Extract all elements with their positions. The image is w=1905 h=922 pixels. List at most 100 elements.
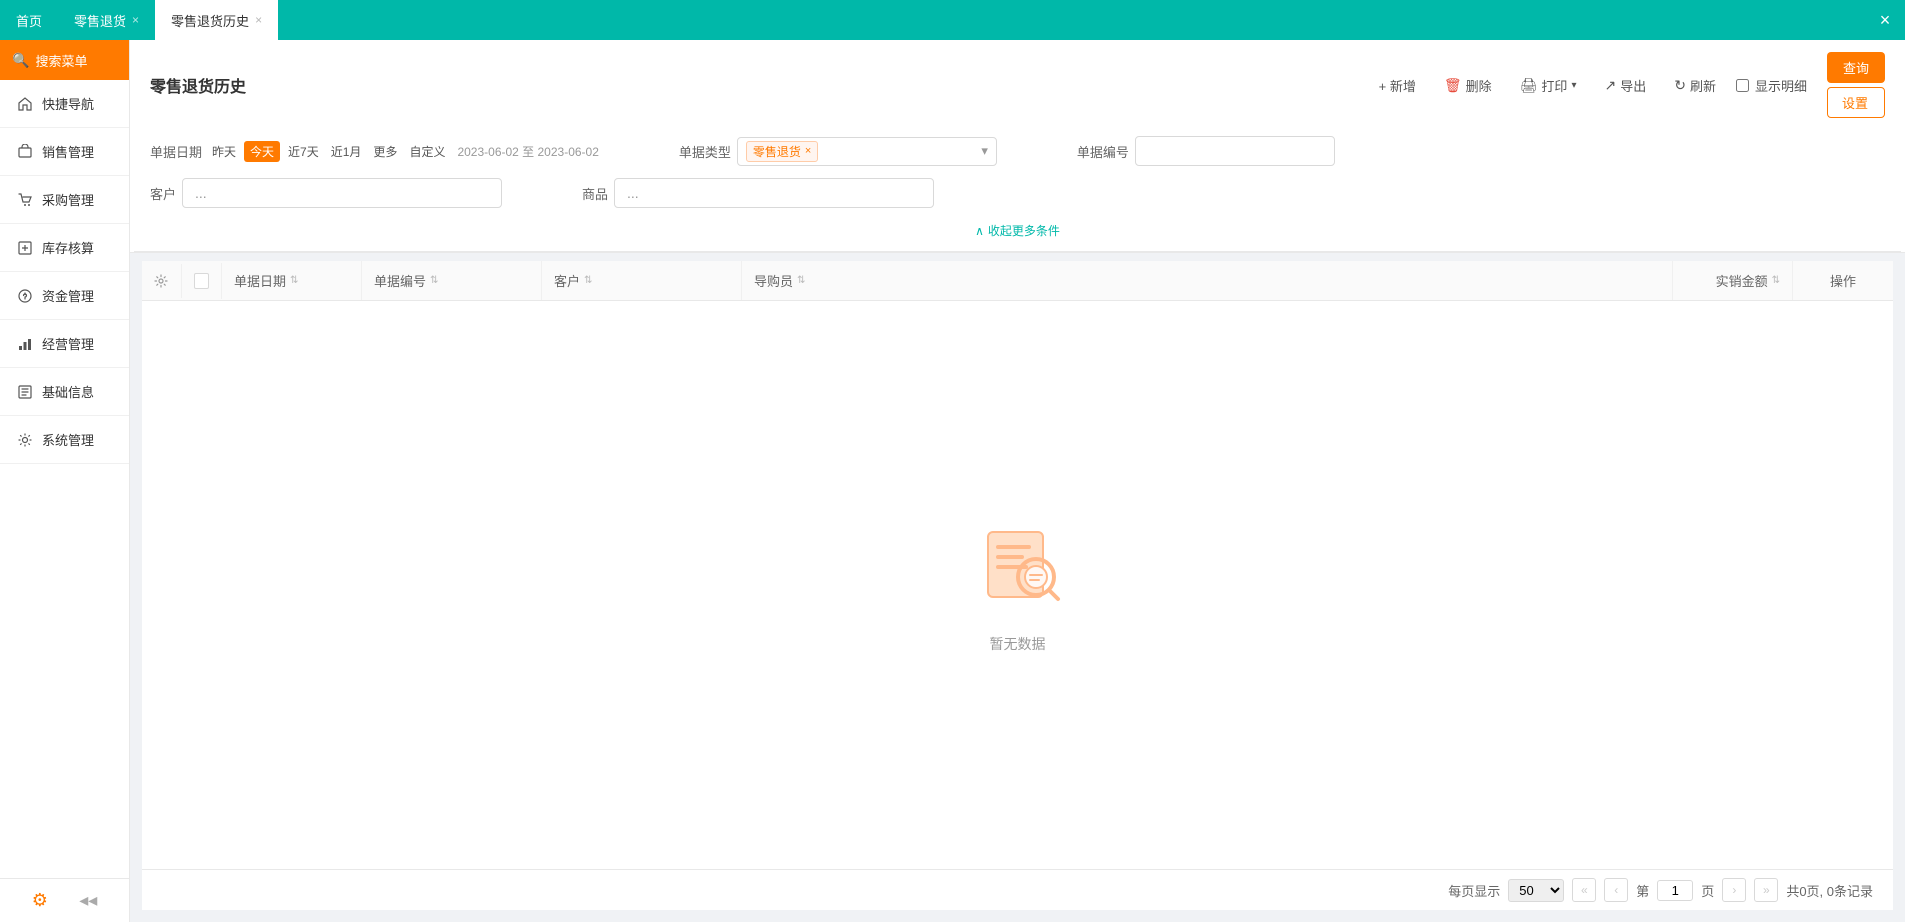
type-tag-close[interactable]: × [805,145,811,157]
home-icon [16,95,34,113]
sidebar-item-basic-info[interactable]: 基础信息 [0,368,129,416]
delete-icon: 🗑 [1444,77,1462,94]
customer-ellipsis[interactable]: ... [195,185,207,201]
tab-retail-return-history-close[interactable]: × [255,13,262,27]
setting-button[interactable]: 设置 [1827,87,1885,118]
tab-retail-return-close[interactable]: × [132,13,139,27]
sidebar-item-sales[interactable]: 销售管理 [0,128,129,176]
empty-illustration [968,517,1068,622]
th-date[interactable]: 单据日期 ⇅ [222,261,362,300]
date-opt-custom[interactable]: 自定义 [405,141,449,162]
finance-icon [16,287,34,305]
date-opt-yesterday[interactable]: 昨天 [208,141,240,162]
print-button[interactable]: 🖨 打印 ▾ [1512,72,1585,99]
date-opt-today[interactable]: 今天 [244,141,280,162]
th-checkbox[interactable] [182,263,222,299]
export-button[interactable]: ↗ 导出 [1596,72,1654,99]
type-select[interactable]: 零售退货 × ▾ [737,137,997,166]
table-header: 单据日期 ⇅ 单据编号 ⇅ 客户 ⇅ 导购员 ⇅ [142,261,1893,301]
per-page-select[interactable]: 50 10 20 100 [1508,879,1564,902]
inventory-icon [16,239,34,257]
table-body: 暂无数据 [142,301,1893,869]
amount-sort-icon: ⇅ [1772,275,1780,286]
export-icon: ↗ [1604,77,1616,94]
date-opt-more[interactable]: 更多 [369,141,401,162]
filter-date: 单据日期 昨天 今天 近7天 近1月 更多 自定义 2023-06-02 至 2… [150,141,599,162]
pagination-bar: 每页显示 50 10 20 100 « ‹ 第 页 › » 共0页, 0条记录 [142,869,1893,910]
top-bar: 首页 零售退货 × 零售退货历史 × × [0,0,1905,40]
settings-icon[interactable]: ⚙ [32,890,48,911]
filter-number: 单据编号 [1077,136,1335,166]
select-all-checkbox[interactable] [194,273,209,289]
print-chevron-icon: ▾ [1571,80,1576,91]
prev-page-button[interactable]: ‹ [1604,878,1628,902]
new-button[interactable]: + 新增 [1371,72,1424,99]
th-guide[interactable]: 导购员 ⇅ [742,261,1673,300]
goods-ellipsis[interactable]: ... [627,185,639,201]
page-number-input[interactable] [1657,880,1693,901]
toolbar: + 新增 🗑 删除 🖨 打印 ▾ ↗ 导出 [1371,52,1885,118]
page-text: 第 [1636,881,1649,900]
collapse-row: ∧ 收起更多条件 [150,214,1885,251]
date-options: 昨天 今天 近7天 近1月 更多 自定义 2023-06-02 至 2023-0… [208,141,599,162]
main-layout: 🔍 搜索菜单 快捷导航 销售管理 采购管理 [0,40,1905,922]
date-opt-7days[interactable]: 近7天 [284,141,323,162]
sidebar-item-system[interactable]: 系统管理 [0,416,129,464]
tab-retail-return[interactable]: 零售退货 × [58,0,155,40]
customer-input[interactable]: ... [182,178,502,208]
content-area: 零售退货历史 + 新增 🗑 删除 🖨 打印 ▾ ↗ [130,40,1905,922]
page-suffix: 页 [1701,881,1714,900]
filter-goods: 商品 ... [582,178,934,208]
show-detail-label: 显示明细 [1755,76,1807,95]
number-input[interactable] [1135,136,1335,166]
th-customer[interactable]: 客户 ⇅ [542,261,742,300]
sidebar: 🔍 搜索菜单 快捷导航 销售管理 采购管理 [0,40,130,922]
tab-home[interactable]: 首页 [0,0,58,40]
goods-input[interactable]: ... [614,178,934,208]
collapse-icon: ∧ [975,224,984,238]
tab-retail-return-history[interactable]: 零售退货历史 × [155,0,278,40]
volume-icon[interactable]: ◂◂ [79,890,97,911]
info-icon [16,383,34,401]
next-page-button[interactable]: › [1722,878,1746,902]
page-title: 零售退货历史 [150,73,246,97]
sidebar-item-quick-nav[interactable]: 快捷导航 [0,80,129,128]
filter-customer: 客户 ... [150,178,502,208]
search-icon: 🔍 [12,52,29,69]
collapse-button[interactable]: ∧ 收起更多条件 [963,218,1072,243]
show-detail-checkbox[interactable] [1736,79,1749,92]
page-header: 零售退货历史 + 新增 🗑 删除 🖨 打印 ▾ ↗ [130,40,1905,253]
first-page-button[interactable]: « [1572,878,1596,902]
th-amount[interactable]: 实销金额 ⇅ [1673,261,1793,300]
window-close-button[interactable]: × [1865,0,1905,40]
table-container: 单据日期 ⇅ 单据编号 ⇅ 客户 ⇅ 导购员 ⇅ [142,261,1893,910]
system-icon [16,431,34,449]
empty-text: 暂无数据 [990,634,1046,654]
print-icon: 🖨 [1520,77,1538,94]
customer-sort-icon: ⇅ [584,275,592,286]
query-button[interactable]: 查询 [1827,52,1885,83]
refresh-button[interactable]: ↻ 刷新 [1666,72,1724,99]
sidebar-item-operation[interactable]: 经营管理 [0,320,129,368]
th-action: 操作 [1793,261,1893,300]
refresh-icon: ↻ [1674,77,1686,94]
th-gear[interactable] [142,264,182,298]
date-opt-1month[interactable]: 近1月 [327,141,366,162]
per-page-label: 每页显示 [1448,881,1500,900]
sidebar-item-inventory[interactable]: 库存核算 [0,224,129,272]
filter-type: 单据类型 零售退货 × ▾ [679,137,997,166]
sidebar-search[interactable]: 🔍 搜索菜单 [0,40,129,80]
sidebar-item-purchase[interactable]: 采购管理 [0,176,129,224]
delete-button[interactable]: 🗑 删除 [1436,72,1500,99]
filter-row-2: 客户 ... 商品 ... [150,172,1885,214]
date-range-display: 2023-06-02 至 2023-06-02 [457,143,598,160]
number-sort-icon: ⇅ [430,275,438,286]
date-sort-icon: ⇅ [290,275,298,286]
sidebar-bottom: ⚙ ◂◂ [0,878,129,922]
th-number[interactable]: 单据编号 ⇅ [362,261,542,300]
sidebar-item-finance[interactable]: 资金管理 [0,272,129,320]
content-wrapper: 单据日期 ⇅ 单据编号 ⇅ 客户 ⇅ 导购员 ⇅ [130,253,1905,922]
type-dropdown-icon: ▾ [981,143,988,159]
sales-icon [16,143,34,161]
last-page-button[interactable]: » [1754,878,1778,902]
